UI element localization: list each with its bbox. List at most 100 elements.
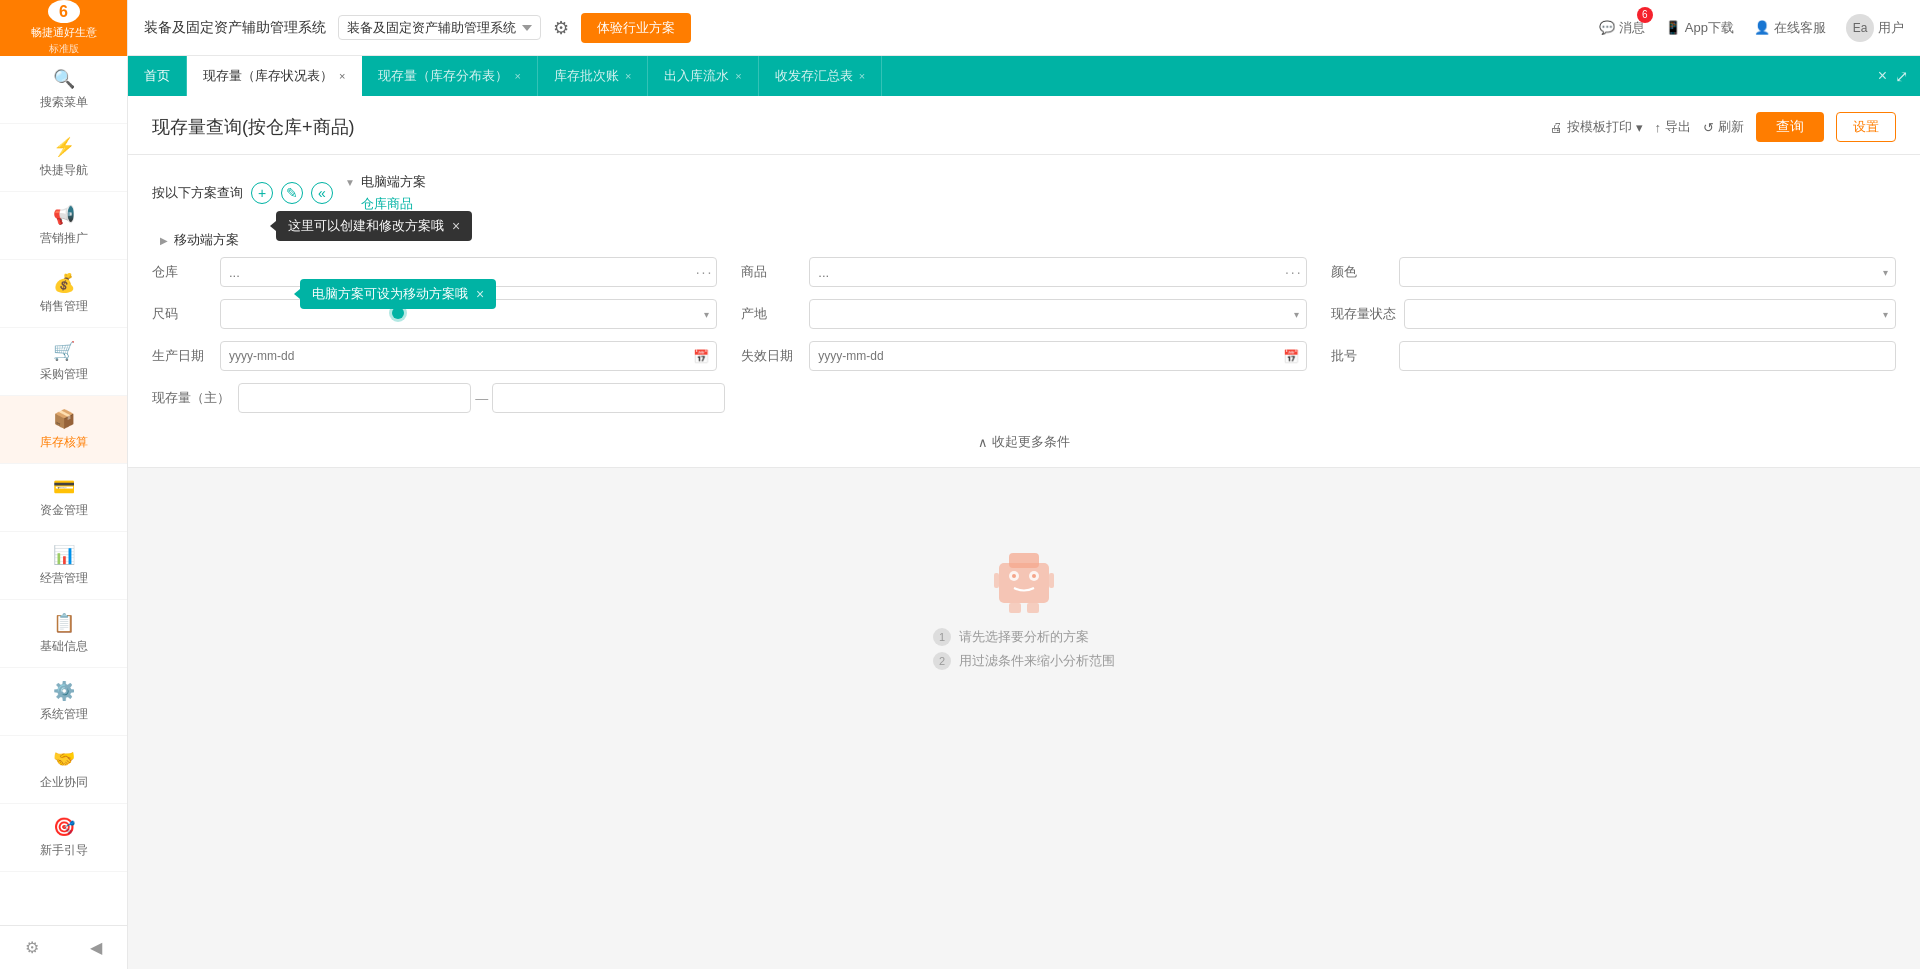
sidebar-item-sales-label: 销售管理 <box>40 298 88 315</box>
messages-button[interactable]: 💬 消息 6 <box>1599 19 1645 37</box>
close-inventory-dist-tab[interactable]: × <box>514 70 520 82</box>
sidebar-item-sales[interactable]: 💰 销售管理 <box>0 260 127 328</box>
enterprise-icon: 🤝 <box>53 748 75 770</box>
system-selector[interactable]: 装备及固定资产辅助管理系统 <box>338 15 541 40</box>
sidebar-item-quick[interactable]: ⚡ 快捷导航 <box>0 124 127 192</box>
create-tooltip-close[interactable]: × <box>452 218 460 234</box>
sidebar-item-system[interactable]: ⚙️ 系统管理 <box>0 668 127 736</box>
scheme-pc-parent[interactable]: ▼ 电脑端方案 <box>345 171 505 193</box>
stock-main-max-input[interactable] <box>492 383 725 413</box>
cursor-indicator <box>392 307 404 319</box>
collapse-filter-button[interactable]: ∧ 收起更多条件 <box>152 425 1896 451</box>
marketing-icon: 📢 <box>53 204 75 226</box>
sales-icon: 💰 <box>53 272 75 294</box>
header-gear-icon[interactable]: ⚙ <box>553 17 569 39</box>
tab-collect-summary[interactable]: 收发存汇总表 × <box>759 56 882 96</box>
filter-row-3: 生产日期 📅 失效日期 📅 批号 <box>152 341 1896 371</box>
header-right: 💬 消息 6 📱 App下载 👤 在线客服 Ea 用户 <box>1599 14 1904 42</box>
production-date-input[interactable] <box>220 341 717 371</box>
sidebar-item-quick-label: 快捷导航 <box>40 162 88 179</box>
export-button[interactable]: ↑ 导出 <box>1655 118 1692 136</box>
pc-tooltip-close[interactable]: × <box>476 286 484 302</box>
filter-add-button[interactable]: + <box>251 182 273 204</box>
close-collect-summary-tab[interactable]: × <box>859 70 865 82</box>
sidebar-item-business[interactable]: 📊 经营管理 <box>0 532 127 600</box>
filter-edit-button[interactable]: ✎ <box>281 182 303 204</box>
goods-select-wrap: ··· <box>809 257 1306 287</box>
close-all-tabs-icon[interactable]: × <box>1878 67 1887 85</box>
query-button[interactable]: 查询 <box>1756 112 1824 142</box>
sidebar-item-marketing[interactable]: 📢 营销推广 <box>0 192 127 260</box>
service-icon: 👤 <box>1754 20 1770 35</box>
svg-rect-7 <box>1049 573 1054 588</box>
tab-inventory-status[interactable]: 现存量（库存状况表） × <box>187 56 362 96</box>
print-button[interactable]: 🖨 按模板打印 ▾ <box>1550 118 1643 136</box>
app-download-label: App下载 <box>1685 19 1734 37</box>
sidebar-item-basic[interactable]: 📋 基础信息 <box>0 600 127 668</box>
warehouse-more-icon: ··· <box>696 264 714 280</box>
sidebar-item-purchase[interactable]: 🛒 采购管理 <box>0 328 127 396</box>
finance-icon: 💳 <box>53 476 75 498</box>
close-in-out-flow-tab[interactable]: × <box>735 70 741 82</box>
quick-icon: ⚡ <box>53 136 75 158</box>
basic-icon: 📋 <box>53 612 75 634</box>
chevron-down-icon: ▼ <box>345 177 355 188</box>
sidebar-item-search[interactable]: 🔍 搜索菜单 <box>0 56 127 124</box>
goods-input[interactable] <box>809 257 1306 287</box>
scheme-tree: ▼ 电脑端方案 仓库商品 <box>345 171 505 215</box>
filter-expiry-date: 失效日期 📅 <box>741 341 1306 371</box>
origin-select[interactable] <box>809 299 1306 329</box>
sidebar-item-guide[interactable]: 🎯 新手引导 <box>0 804 127 872</box>
filter-back-button[interactable]: « <box>311 182 333 204</box>
expiry-date-input[interactable] <box>809 341 1306 371</box>
app-download-button[interactable]: 📱 App下载 <box>1665 19 1734 37</box>
filter-production-date: 生产日期 📅 <box>152 341 717 371</box>
page-actions: 🖨 按模板打印 ▾ ↑ 导出 ↺ 刷新 查询 设置 <box>1550 112 1897 154</box>
service-button[interactable]: 👤 在线客服 <box>1754 19 1826 37</box>
collapse-icon[interactable]: ◀ <box>90 938 102 957</box>
sidebar-item-inventory[interactable]: 📦 库存核算 <box>0 396 127 464</box>
tab-bar: 首页 现存量（库存状况表） × 现存量（库存分布表） × 库存批次账 × 出入库… <box>128 56 1920 96</box>
stock-status-select-wrap: ▾ <box>1404 299 1896 329</box>
filter-label: 按以下方案查询 <box>152 184 243 202</box>
color-label: 颜色 <box>1331 263 1391 281</box>
tab-batch-account[interactable]: 库存批次账 × <box>538 56 648 96</box>
add-icon: + <box>258 185 266 201</box>
logo-icon: 6 <box>48 0 80 23</box>
color-select[interactable] <box>1399 257 1896 287</box>
app-title: 装备及固定资产辅助管理系统 <box>144 19 326 37</box>
batch-no-input[interactable] <box>1399 341 1896 371</box>
settings-icon[interactable]: ⚙ <box>25 938 39 957</box>
logo-subtitle: 标准版 <box>49 42 79 56</box>
filter-stock-status: 现存量状态 ▾ <box>1331 299 1896 329</box>
search-icon: 🔍 <box>53 68 75 90</box>
service-label: 在线客服 <box>1774 19 1826 37</box>
user-menu[interactable]: Ea 用户 <box>1846 14 1904 42</box>
sidebar-item-guide-label: 新手引导 <box>40 842 88 859</box>
hint-2-text: 用过滤条件来缩小分析范围 <box>959 652 1115 670</box>
sidebar-item-enterprise[interactable]: 🤝 企业协同 <box>0 736 127 804</box>
filter-stock-main: 现存量（主） — <box>152 383 725 413</box>
close-inventory-status-tab[interactable]: × <box>339 70 345 82</box>
export-icon: ↑ <box>1655 120 1662 135</box>
page-content: 现存量查询(按仓库+商品) 🖨 按模板打印 ▾ ↑ 导出 ↺ 刷新 查询 设置 <box>128 96 1920 969</box>
filter-header: 按以下方案查询 + ✎ « ▼ 电脑端方案 <box>152 171 1896 215</box>
sidebar-item-finance[interactable]: 💳 资金管理 <box>0 464 127 532</box>
sidebar: 6 畅捷通好生意 标准版 🔍 搜索菜单 ⚡ 快捷导航 📢 营销推广 💰 销售管理… <box>0 0 128 969</box>
hint-1-num: 1 <box>933 628 951 646</box>
expand-tabs-icon[interactable]: ⤢ <box>1895 67 1908 86</box>
tab-collect-summary-label: 收发存汇总表 <box>775 67 853 85</box>
stock-status-select[interactable] <box>1404 299 1896 329</box>
tab-home[interactable]: 首页 <box>128 56 187 96</box>
setting-button[interactable]: 设置 <box>1836 112 1896 142</box>
sidebar-item-inventory-label: 库存核算 <box>40 434 88 451</box>
tab-in-out-flow[interactable]: 出入库流水 × <box>648 56 758 96</box>
batch-no-label: 批号 <box>1331 347 1391 365</box>
app-header: 装备及固定资产辅助管理系统 装备及固定资产辅助管理系统 ⚙ 体验行业方案 💬 消… <box>128 0 1920 56</box>
tab-inventory-dist[interactable]: 现存量（库存分布表） × <box>362 56 537 96</box>
solution-button[interactable]: 体验行业方案 <box>581 13 691 43</box>
stock-main-min-input[interactable] <box>238 383 471 413</box>
close-batch-account-tab[interactable]: × <box>625 70 631 82</box>
refresh-button[interactable]: ↺ 刷新 <box>1703 118 1744 136</box>
range-separator: — <box>475 391 488 406</box>
